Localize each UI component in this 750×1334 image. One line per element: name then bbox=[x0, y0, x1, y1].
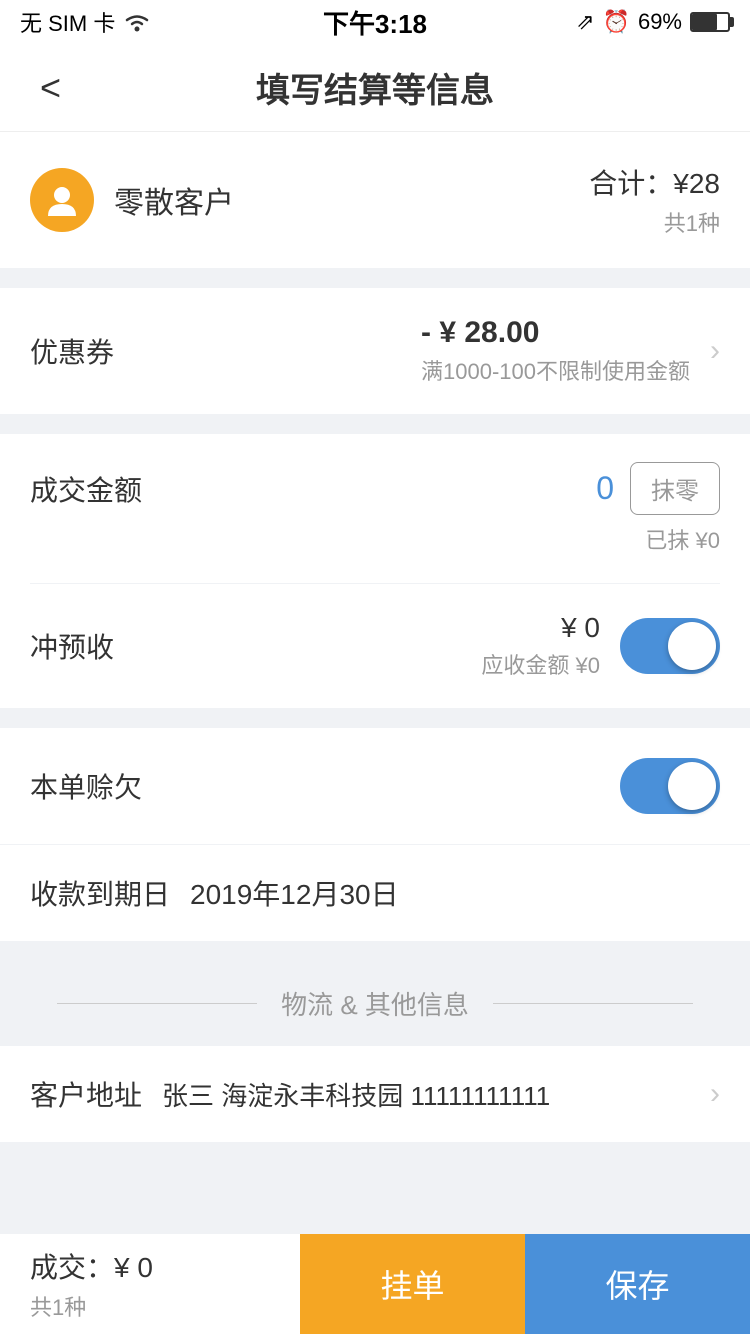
footer-transaction-label: 成交： bbox=[30, 1252, 114, 1283]
coupon-label: 优惠券 bbox=[30, 331, 114, 371]
footer-transaction-value: ¥ 0 bbox=[114, 1252, 153, 1283]
logistics-separator: 物流 & 其他信息 bbox=[0, 961, 750, 1046]
amount-right: 0 抹零 bbox=[596, 462, 720, 515]
footer-info: 成交：¥ 0 共1种 bbox=[0, 1234, 300, 1334]
amount-value[interactable]: 0 bbox=[596, 470, 614, 507]
debt-row: 本单赊欠 bbox=[0, 728, 750, 844]
prepay-value: ¥ 0 bbox=[481, 612, 600, 644]
due-date-label: 收款到期日 bbox=[30, 873, 170, 913]
footer-count: 共1种 bbox=[30, 1290, 270, 1322]
coupon-right: - ¥ 28.00 满1000-100不限制使用金额 › bbox=[421, 316, 720, 386]
location-icon: ⇗ bbox=[576, 9, 594, 35]
amount-label: 成交金额 bbox=[30, 469, 142, 509]
customer-left: 零散客户 bbox=[30, 168, 234, 232]
logistics-label: 物流 & 其他信息 bbox=[281, 985, 469, 1022]
customer-name: 零散客户 bbox=[114, 178, 234, 222]
due-date-value[interactable]: 2019年12月30日 bbox=[190, 873, 399, 913]
coupon-row[interactable]: 优惠券 - ¥ 28.00 满1000-100不限制使用金额 › bbox=[0, 288, 750, 414]
back-button[interactable]: < bbox=[30, 57, 71, 119]
debt-toggle-knob bbox=[668, 762, 716, 810]
prepay-right: ¥ 0 应收金额 ¥0 bbox=[481, 612, 720, 680]
debt-section: 本单赊欠 收款到期日 2019年12月30日 bbox=[0, 728, 750, 941]
status-right: ⇗ ⏰ 69% bbox=[576, 9, 730, 35]
amount-row: 成交金额 0 抹零 已抹 ¥0 bbox=[0, 434, 750, 583]
battery-text: 69% bbox=[638, 9, 682, 35]
prepay-toggle[interactable] bbox=[620, 618, 720, 674]
address-value: 张三 海淀永丰科技园 11111111111 bbox=[162, 1076, 710, 1113]
coupon-chevron: › bbox=[710, 334, 720, 368]
toggle-knob bbox=[668, 622, 716, 670]
prepay-amount: ¥ 0 应收金额 ¥0 bbox=[481, 612, 600, 680]
address-row[interactable]: 客户地址 张三 海淀永丰科技园 11111111111 › bbox=[0, 1046, 750, 1142]
address-section: 客户地址 张三 海淀永丰科技园 11111111111 › bbox=[0, 1046, 750, 1142]
customer-right: 合计：¥28 共1种 bbox=[589, 162, 720, 238]
customer-count: 共1种 bbox=[589, 206, 720, 238]
footer-transaction: 成交：¥ 0 bbox=[30, 1246, 270, 1286]
amount-sub-text: 已抹 ¥0 bbox=[30, 523, 720, 555]
coupon-section: 优惠券 - ¥ 28.00 满1000-100不限制使用金额 › bbox=[0, 288, 750, 414]
customer-section: 零散客户 合计：¥28 共1种 bbox=[0, 132, 750, 268]
status-time: 下午3:18 bbox=[323, 4, 427, 41]
hold-button[interactable]: 挂单 bbox=[300, 1234, 525, 1334]
debt-toggle[interactable] bbox=[620, 758, 720, 814]
alarm-icon: ⏰ bbox=[603, 9, 630, 35]
address-label: 客户地址 bbox=[30, 1074, 142, 1114]
due-date-row: 收款到期日 2019年12月30日 bbox=[0, 844, 750, 941]
coupon-value: - ¥ 28.00 bbox=[421, 316, 690, 350]
customer-avatar bbox=[30, 168, 94, 232]
status-left: 无 SIM 卡 bbox=[20, 6, 151, 38]
person-icon bbox=[44, 182, 80, 218]
wifi-icon bbox=[123, 12, 151, 32]
status-bar: 无 SIM 卡 下午3:18 ⇗ ⏰ 69% bbox=[0, 0, 750, 44]
page-title: 填写结算等信息 bbox=[256, 63, 494, 112]
prepay-label: 冲预收 bbox=[30, 626, 114, 666]
address-chevron: › bbox=[710, 1077, 720, 1111]
coupon-value-block: - ¥ 28.00 满1000-100不限制使用金额 bbox=[421, 316, 690, 386]
nav-bar: < 填写结算等信息 bbox=[0, 44, 750, 132]
battery-icon bbox=[690, 12, 730, 32]
transaction-section: 成交金额 0 抹零 已抹 ¥0 冲预收 ¥ 0 应收金额 ¥0 bbox=[0, 434, 750, 708]
customer-row: 零散客户 合计：¥28 共1种 bbox=[0, 132, 750, 268]
prepay-sub-text: 应收金额 ¥0 bbox=[481, 648, 600, 680]
coupon-sub-text: 满1000-100不限制使用金额 bbox=[421, 354, 690, 386]
carrier-text: 无 SIM 卡 bbox=[20, 6, 115, 38]
save-button[interactable]: 保存 bbox=[525, 1234, 750, 1334]
debt-label: 本单赊欠 bbox=[30, 766, 142, 806]
customer-total: 合计：¥28 bbox=[589, 162, 720, 202]
prepay-row: 冲预收 ¥ 0 应收金额 ¥0 bbox=[0, 584, 750, 708]
amount-top: 成交金额 0 抹零 bbox=[30, 462, 720, 515]
round-zero-button[interactable]: 抹零 bbox=[630, 462, 720, 515]
content: 零散客户 合计：¥28 共1种 优惠券 - ¥ 28.00 满1000-100不… bbox=[0, 132, 750, 1282]
bottom-footer: 成交：¥ 0 共1种 挂单 保存 bbox=[0, 1234, 750, 1334]
